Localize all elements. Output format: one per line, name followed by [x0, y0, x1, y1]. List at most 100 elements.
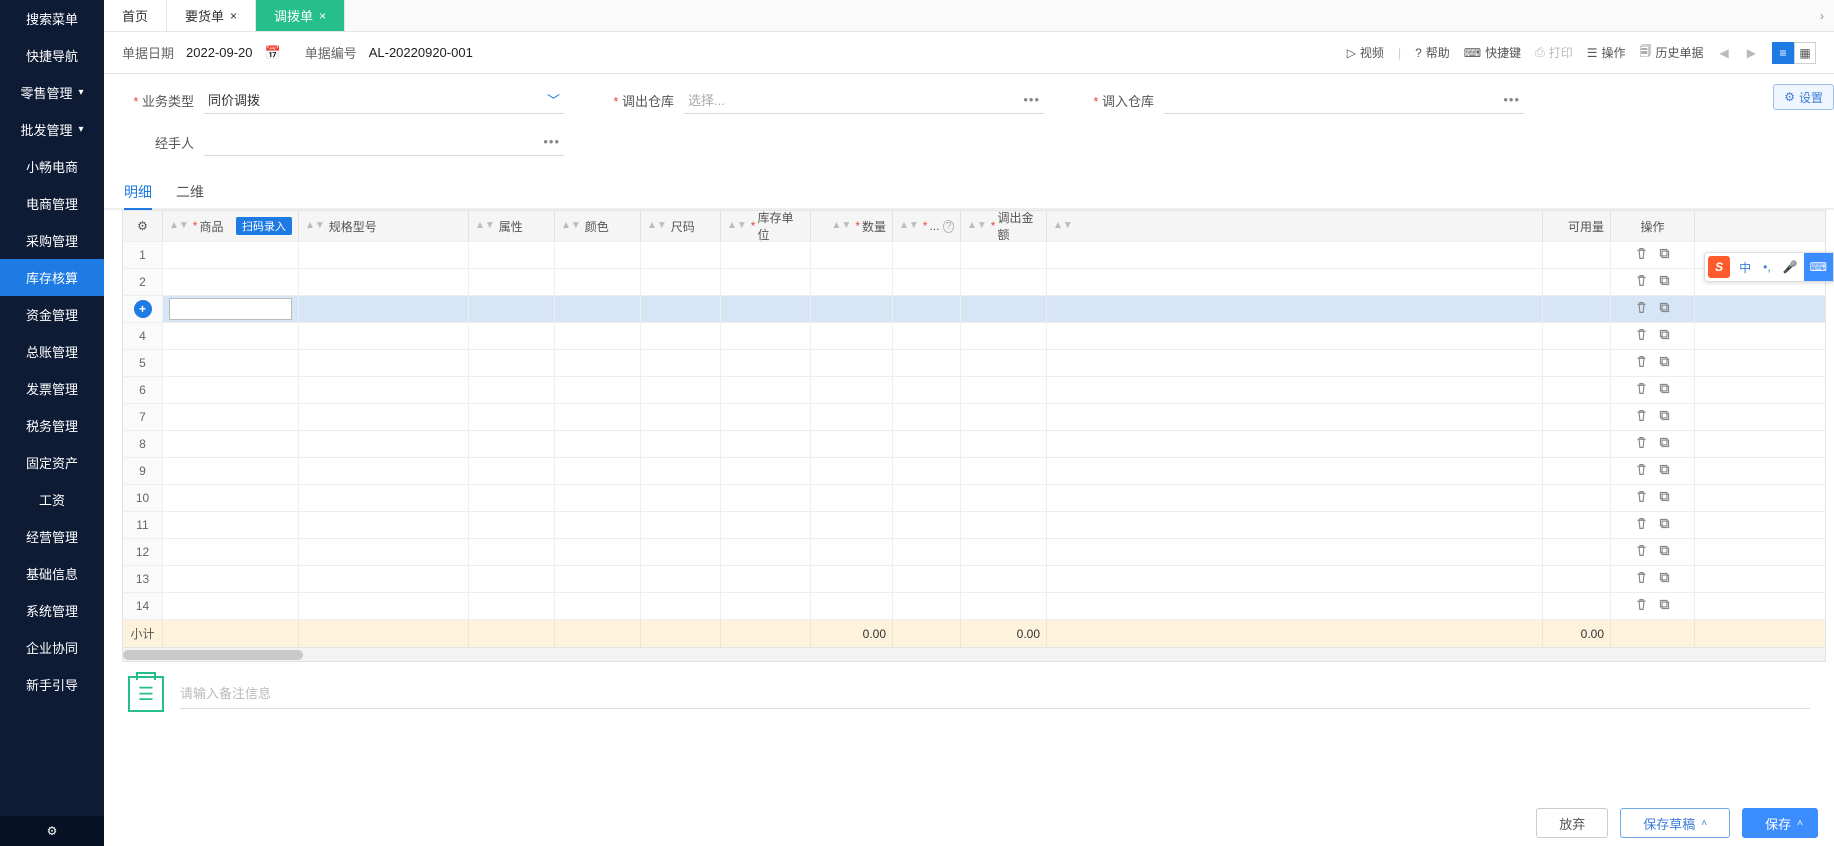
- col-color[interactable]: ▲▼颜色: [555, 211, 641, 241]
- more-icon[interactable]: •••: [1503, 92, 1520, 107]
- settings-button[interactable]: ⚙ 设置: [1773, 84, 1834, 110]
- discard-button[interactable]: 放弃: [1536, 808, 1608, 838]
- delete-row-icon[interactable]: [1635, 436, 1648, 452]
- col-size[interactable]: ▲▼尺码: [641, 211, 721, 241]
- col-amount[interactable]: ▲▼*调出金额: [961, 211, 1047, 241]
- sidebar-item-17[interactable]: 企业协同: [0, 629, 104, 666]
- copy-row-icon[interactable]: [1658, 571, 1671, 587]
- more-icon[interactable]: •••: [543, 134, 560, 149]
- delete-row-icon[interactable]: [1635, 301, 1648, 317]
- table-row[interactable]: 8: [123, 430, 1825, 457]
- help-button[interactable]: ? 帮助: [1415, 44, 1450, 61]
- delete-row-icon[interactable]: [1635, 247, 1648, 263]
- delete-row-icon[interactable]: [1635, 328, 1648, 344]
- chevron-down-icon[interactable]: ﹀: [547, 90, 560, 109]
- view-list-icon[interactable]: ≡: [1772, 42, 1794, 64]
- subtab-1[interactable]: 二维: [176, 176, 204, 208]
- table-row[interactable]: 1: [123, 241, 1825, 268]
- table-row[interactable]: +: [123, 295, 1825, 322]
- delete-row-icon[interactable]: [1635, 355, 1648, 371]
- tab-1[interactable]: 要货单×: [167, 0, 256, 31]
- delete-row-icon[interactable]: [1635, 517, 1648, 533]
- col-qty[interactable]: ▲▼*数量: [811, 211, 893, 241]
- doc-date-value[interactable]: 2022-09-20: [186, 45, 253, 60]
- copy-row-icon[interactable]: [1658, 544, 1671, 560]
- history-button[interactable]: 🗐 历史单据: [1640, 42, 1704, 63]
- sidebar-item-9[interactable]: 总账管理: [0, 333, 104, 370]
- ime-widget[interactable]: S 中 •, 🎤 ⌨: [1704, 252, 1834, 282]
- notes-input[interactable]: [180, 679, 1810, 709]
- col-unit[interactable]: ▲▼*库存单位: [721, 211, 811, 241]
- copy-row-icon[interactable]: [1658, 247, 1671, 263]
- sidebar-item-18[interactable]: 新手引导: [0, 666, 104, 703]
- biz-type-select[interactable]: 同价调拨 ﹀: [204, 86, 564, 114]
- copy-row-icon[interactable]: [1658, 274, 1671, 290]
- sidebar-item-7[interactable]: 库存核算: [0, 259, 104, 296]
- copy-row-icon[interactable]: [1658, 409, 1671, 425]
- sidebar-item-1[interactable]: 快捷导航: [0, 37, 104, 74]
- in-wh-select[interactable]: •••: [1164, 86, 1524, 114]
- ime-lang[interactable]: 中: [1733, 253, 1757, 281]
- save-button[interactable]: 保存˄: [1742, 808, 1818, 838]
- copy-row-icon[interactable]: [1658, 328, 1671, 344]
- sidebar-item-3[interactable]: 批发管理▾: [0, 111, 104, 148]
- col-attr[interactable]: ▲▼属性: [469, 211, 555, 241]
- table-row[interactable]: 4: [123, 322, 1825, 349]
- prev-doc-icon[interactable]: ◀: [1718, 46, 1731, 60]
- delete-row-icon[interactable]: [1635, 490, 1648, 506]
- ime-punct-icon[interactable]: •,: [1757, 253, 1777, 281]
- delete-row-icon[interactable]: [1635, 544, 1648, 560]
- product-input[interactable]: [169, 298, 292, 320]
- table-row[interactable]: 10: [123, 484, 1825, 511]
- scroll-thumb[interactable]: [123, 650, 303, 660]
- delete-row-icon[interactable]: [1635, 463, 1648, 479]
- col-spec[interactable]: ▲▼规格型号: [299, 211, 469, 241]
- col-avail[interactable]: 可用量: [1543, 211, 1611, 241]
- sidebar-item-5[interactable]: 电商管理: [0, 185, 104, 222]
- save-draft-button[interactable]: 保存草稿˄: [1620, 808, 1730, 838]
- sidebar-item-16[interactable]: 系统管理: [0, 592, 104, 629]
- sidebar-item-11[interactable]: 税务管理: [0, 407, 104, 444]
- sidebar-item-0[interactable]: 搜索菜单: [0, 0, 104, 37]
- sidebar-item-13[interactable]: 工资: [0, 481, 104, 518]
- ops-button[interactable]: ☰ 操作: [1587, 44, 1626, 61]
- sidebar-item-4[interactable]: 小畅电商: [0, 148, 104, 185]
- ime-keyboard-icon[interactable]: ⌨: [1804, 253, 1833, 281]
- table-row[interactable]: 5: [123, 349, 1825, 376]
- delete-row-icon[interactable]: [1635, 409, 1648, 425]
- delete-row-icon[interactable]: [1635, 382, 1648, 398]
- tab-scroll-right-icon[interactable]: ›: [1816, 9, 1828, 23]
- close-icon[interactable]: ×: [230, 9, 237, 23]
- delete-row-icon[interactable]: [1635, 598, 1648, 614]
- print-button[interactable]: ⎙ 打印: [1535, 44, 1573, 61]
- table-row[interactable]: 13: [123, 565, 1825, 592]
- tab-0[interactable]: 首页: [104, 0, 167, 31]
- table-row[interactable]: 7: [123, 403, 1825, 430]
- sidebar-item-8[interactable]: 资金管理: [0, 296, 104, 333]
- table-row[interactable]: 9: [123, 457, 1825, 484]
- table-row[interactable]: 2: [123, 268, 1825, 295]
- sidebar-item-2[interactable]: 零售管理▾: [0, 74, 104, 111]
- ime-mic-icon[interactable]: 🎤: [1777, 253, 1804, 281]
- delete-row-icon[interactable]: [1635, 571, 1648, 587]
- add-row-button[interactable]: +: [134, 300, 152, 318]
- horizontal-scrollbar[interactable]: [122, 648, 1826, 662]
- view-card-icon[interactable]: ▦: [1794, 42, 1816, 64]
- col-extra[interactable]: ▲▼*...?: [893, 211, 961, 241]
- sidebar-settings-icon[interactable]: ⚙: [0, 816, 104, 846]
- copy-row-icon[interactable]: [1658, 463, 1671, 479]
- close-icon[interactable]: ×: [319, 9, 326, 23]
- sidebar-item-10[interactable]: 发票管理: [0, 370, 104, 407]
- sidebar-item-6[interactable]: 采购管理: [0, 222, 104, 259]
- sidebar-item-12[interactable]: 固定资产: [0, 444, 104, 481]
- copy-row-icon[interactable]: [1658, 517, 1671, 533]
- copy-row-icon[interactable]: [1658, 436, 1671, 452]
- info-icon[interactable]: ?: [943, 220, 954, 233]
- copy-row-icon[interactable]: [1658, 490, 1671, 506]
- copy-row-icon[interactable]: [1658, 598, 1671, 614]
- tab-2[interactable]: 调拨单×: [256, 0, 345, 31]
- handler-select[interactable]: •••: [204, 128, 564, 156]
- video-button[interactable]: ▷ 视频: [1347, 44, 1384, 61]
- scan-badge[interactable]: 扫码录入: [236, 217, 292, 235]
- table-row[interactable]: 6: [123, 376, 1825, 403]
